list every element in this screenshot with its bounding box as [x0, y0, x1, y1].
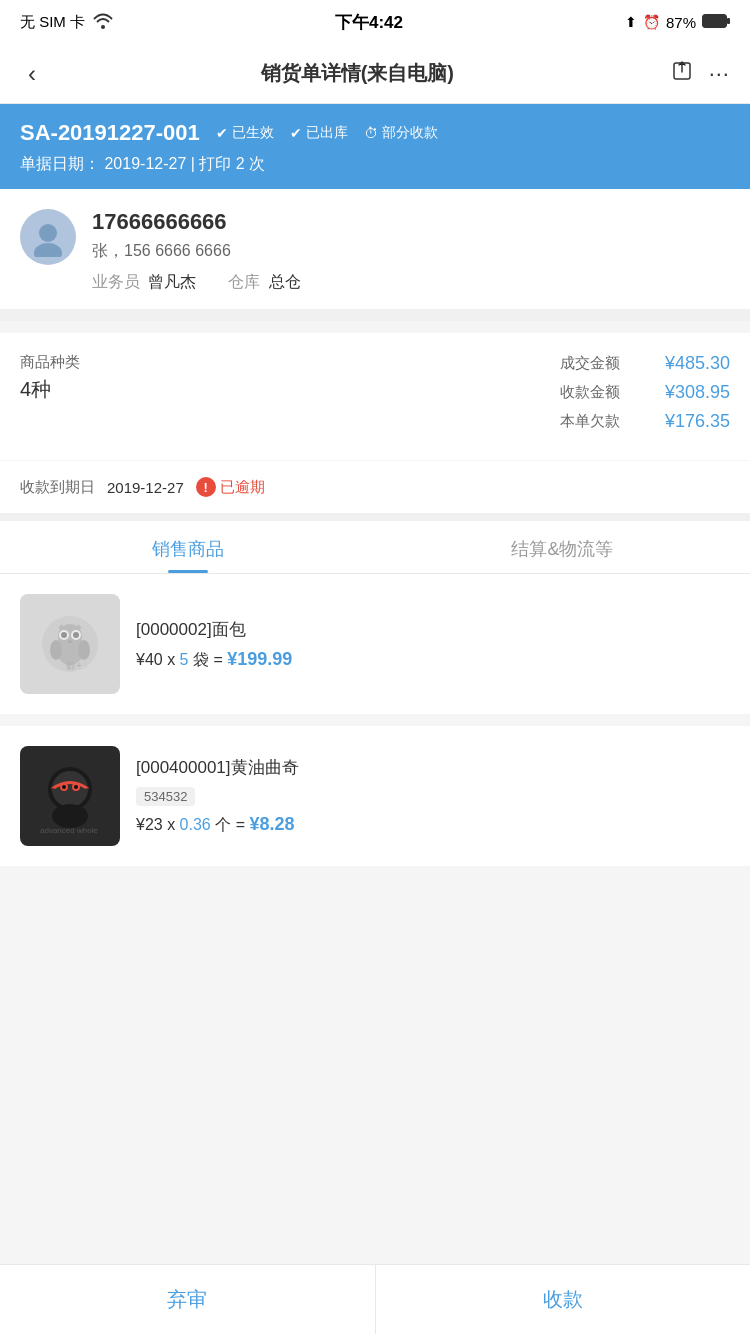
share-icon[interactable] — [671, 60, 693, 87]
product-placeholder-1: 赊+ — [20, 594, 120, 694]
product-count-label: 商品种类 — [20, 353, 80, 372]
wifi-icon — [93, 13, 113, 32]
due-amount-row: 本单欠款 ¥176.35 — [560, 411, 730, 432]
customer-section: 17666666666 张，156 6666 6666 业务员 曾凡杰 仓库 总… — [0, 189, 750, 309]
cancel-button[interactable]: 弃审 — [0, 1265, 376, 1334]
svg-point-21 — [52, 804, 88, 828]
battery-icon — [702, 14, 730, 31]
due-amount-value: ¥176.35 — [640, 411, 730, 432]
deal-amount-row: 成交金额 ¥485.30 — [560, 353, 730, 374]
product-details-2: [000400001]黄油曲奇 534532 ¥23 x 0.36 个 = ¥8… — [136, 756, 730, 836]
bottom-bar: 弃审 收款 — [0, 1264, 750, 1334]
salesperson-label: 业务员 — [92, 273, 140, 290]
product-price-line-2: ¥23 x 0.36 个 = ¥8.28 — [136, 814, 730, 836]
svg-point-24 — [62, 785, 66, 789]
tab-sales-products[interactable]: 销售商品 — [0, 521, 375, 573]
product-price-line-1: ¥40 x 5 袋 = ¥199.99 — [136, 649, 730, 671]
product-qty-1: 5 — [180, 651, 189, 668]
header-banner: SA-20191227-001 ✔ 已生效 ✔ 已出库 ⏱ 部分收款 单据日期：… — [0, 104, 750, 189]
product-batch-2: 534532 — [136, 787, 730, 814]
amounts-right: 成交金额 ¥485.30 收款金额 ¥308.95 本单欠款 ¥176.35 — [560, 353, 730, 440]
nav-actions: ··· — [671, 60, 730, 87]
list-item: 赊+ [0000002]面包 ¥40 x 5 袋 = ¥199.99 — [0, 574, 750, 714]
avatar — [20, 209, 76, 265]
due-amount-label: 本单欠款 — [560, 412, 620, 431]
overdue-text: 已逾期 — [220, 478, 265, 497]
order-id: SA-20191227-001 — [20, 120, 200, 146]
product-image-2: advanced whole — [20, 746, 120, 846]
tab-settlement-logistics[interactable]: 结算&物流等 — [375, 521, 750, 573]
product-list: 赊+ [0000002]面包 ¥40 x 5 袋 = ¥199.99 — [0, 574, 750, 866]
product-count-area: 商品种类 4种 — [20, 353, 80, 403]
warehouse-label: 仓库 — [228, 273, 260, 290]
received-amount-label: 收款金额 — [560, 383, 620, 402]
banner-date: 单据日期： 2019-12-27 | 打印 2 次 — [20, 154, 730, 175]
back-button[interactable]: ‹ — [20, 52, 44, 96]
due-date-value: 2019-12-27 — [107, 479, 184, 496]
deal-amount-value: ¥485.30 — [640, 353, 730, 374]
list-item: advanced whole [000400001]黄油曲奇 534532 ¥2… — [0, 726, 750, 866]
location-icon: ⬆ — [625, 14, 637, 30]
svg-point-25 — [74, 785, 78, 789]
svg-point-4 — [39, 224, 57, 242]
due-section: 收款到期日 2019-12-27 ! 已逾期 — [0, 461, 750, 521]
svg-point-11 — [61, 632, 67, 638]
status-bar: 无 SIM 卡 下午4:42 ⬆ ⏰ 87% — [0, 0, 750, 44]
svg-text:赊+: 赊+ — [66, 660, 82, 671]
customer-id: 17666666666 — [92, 209, 730, 235]
tabs-bar: 销售商品 结算&物流等 — [0, 521, 750, 574]
product-total-2: ¥8.28 — [249, 814, 294, 834]
svg-rect-2 — [703, 15, 724, 26]
received-amount-row: 收款金额 ¥308.95 — [560, 382, 730, 403]
carrier-text: 无 SIM 卡 — [20, 13, 85, 32]
product-count-value: 4种 — [20, 376, 80, 403]
confirm-button[interactable]: 收款 — [376, 1265, 751, 1334]
more-icon[interactable]: ··· — [709, 61, 730, 87]
salesperson-value: 曾凡杰 — [148, 273, 196, 290]
page-title: 销货单详情(来自电脑) — [261, 60, 454, 87]
amounts-section: 商品种类 4种 成交金额 ¥485.30 收款金额 ¥308.95 本单欠款 ¥… — [0, 333, 750, 460]
status-left: 无 SIM 卡 — [20, 13, 113, 32]
svg-point-20 — [52, 771, 88, 807]
overdue-badge: ! 已逾期 — [196, 477, 265, 497]
product-qty-2: 0.36 — [180, 816, 211, 833]
product-details-1: [0000002]面包 ¥40 x 5 袋 = ¥199.99 — [136, 618, 730, 671]
status-right: ⬆ ⏰ 87% — [625, 14, 730, 31]
warehouse-value: 总仓 — [269, 273, 301, 290]
svg-rect-1 — [727, 18, 730, 24]
battery-text: 87% — [666, 14, 696, 31]
svg-point-5 — [34, 243, 62, 257]
svg-text:advanced whole: advanced whole — [40, 826, 98, 835]
product-total-1: ¥199.99 — [227, 649, 292, 669]
check-icon-2: ✔ — [290, 125, 302, 141]
customer-meta: 业务员 曾凡杰 仓库 总仓 — [92, 272, 730, 293]
product-image-1: 赊+ — [20, 594, 120, 694]
svg-point-16 — [50, 640, 62, 660]
badge-partial: ⏱ 部分收款 — [364, 124, 438, 142]
badge-shipped: ✔ 已出库 — [290, 124, 348, 142]
badge-effective: ✔ 已生效 — [216, 124, 274, 142]
alarm-icon: ⏰ — [643, 14, 660, 30]
product-name-2: [000400001]黄油曲奇 — [136, 756, 730, 779]
overdue-icon: ! — [196, 477, 216, 497]
deal-amount-label: 成交金额 — [560, 354, 620, 373]
received-amount-value: ¥308.95 — [640, 382, 730, 403]
bottom-spacer — [0, 867, 750, 947]
customer-name: 张，156 6666 6666 — [92, 241, 730, 262]
salesperson-info: 业务员 曾凡杰 — [92, 272, 196, 293]
clock-icon: ⏱ — [364, 125, 378, 141]
customer-info: 17666666666 张，156 6666 6666 业务员 曾凡杰 仓库 总… — [92, 209, 730, 293]
status-time: 下午4:42 — [335, 11, 403, 34]
check-icon-1: ✔ — [216, 125, 228, 141]
warehouse-info: 仓库 总仓 — [228, 272, 300, 293]
product-name-1: [0000002]面包 — [136, 618, 730, 641]
due-date-label: 收款到期日 — [20, 478, 95, 497]
svg-point-17 — [78, 640, 90, 660]
svg-point-12 — [73, 632, 79, 638]
nav-bar: ‹ 销货单详情(来自电脑) ··· — [0, 44, 750, 104]
divider-1 — [0, 309, 750, 321]
